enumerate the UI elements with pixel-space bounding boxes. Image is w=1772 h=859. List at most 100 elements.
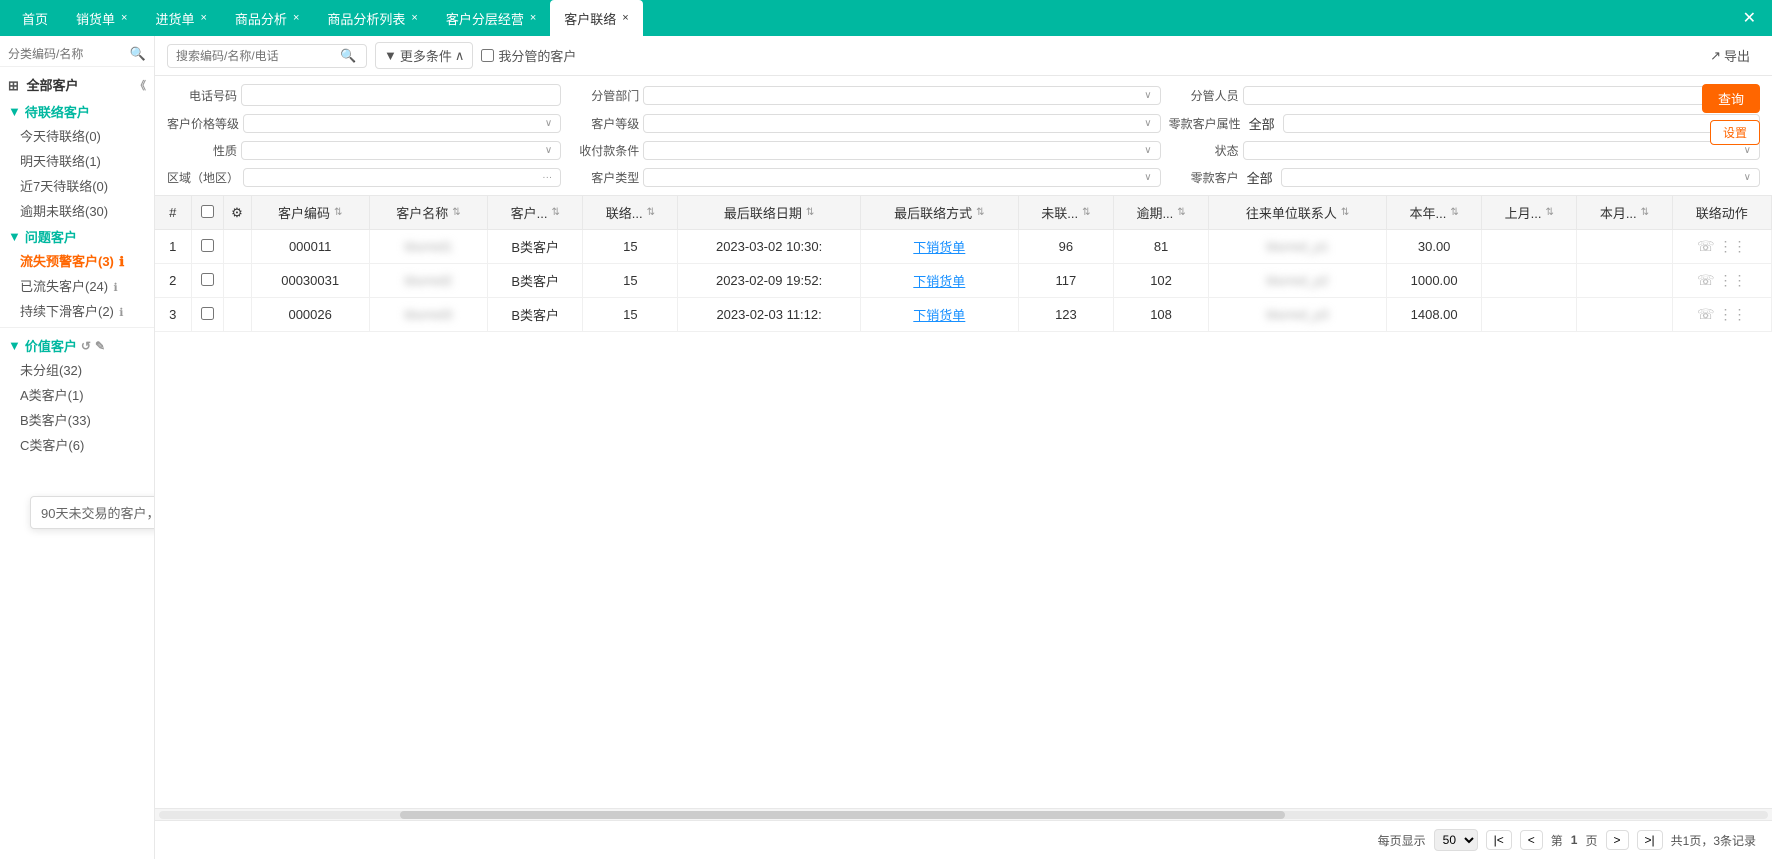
tab-purchase-close[interactable]: ×: [200, 12, 206, 24]
value-section-refresh[interactable]: ↺: [81, 339, 91, 353]
filter-payment-select[interactable]: ∨: [643, 141, 1160, 160]
col-contact-person[interactable]: 往来单位联系人 ⇅: [1209, 196, 1387, 230]
filter-zero-attr-select[interactable]: ∨: [1283, 114, 1760, 133]
sidebar-item-class-a[interactable]: A类客户(1): [0, 382, 154, 407]
cell-last-contact-method[interactable]: 下销货单: [860, 298, 1018, 332]
action-icon-more[interactable]: ⋮⋮: [1719, 272, 1747, 289]
next-page-btn[interactable]: >: [1606, 830, 1629, 850]
sidebar-search-box[interactable]: 🔍: [0, 42, 154, 67]
sidebar-all-customers[interactable]: ⊞ 全部客户 《: [0, 71, 154, 98]
col-type[interactable]: 客户... ⇅: [488, 196, 583, 230]
cell-last-contact-method[interactable]: 下销货单: [860, 230, 1018, 264]
col-this-month[interactable]: 本月... ⇅: [1577, 196, 1672, 230]
query-button[interactable]: 查询: [1702, 84, 1760, 113]
scroll-thumb[interactable]: [400, 811, 1285, 819]
search-box[interactable]: 🔍: [167, 44, 367, 68]
cell-checkbox[interactable]: [191, 298, 223, 332]
sidebar-item-today-pending[interactable]: 今天待联络(0): [0, 123, 154, 148]
col-overdue[interactable]: 逾期... ⇅: [1113, 196, 1208, 230]
search-input[interactable]: [176, 49, 336, 63]
last-page-btn[interactable]: >|: [1637, 830, 1663, 850]
row-checkbox-2[interactable]: [201, 307, 214, 320]
filter-status-select[interactable]: ∨: [1243, 141, 1760, 160]
export-btn[interactable]: ↗ 导出: [1700, 43, 1760, 68]
filter-region-select[interactable]: ···: [243, 168, 561, 187]
filter-price-level-field: 客户价格等级 ∨: [167, 114, 561, 133]
filter-zero-customer-select[interactable]: ∨: [1281, 168, 1760, 187]
tab-purchase[interactable]: 进货单 ×: [141, 0, 220, 36]
sidebar-item-unclassified[interactable]: 未分组(32): [0, 357, 154, 382]
filter-price-level-select[interactable]: ∨: [243, 114, 561, 133]
sidebar-item-overdue-pending[interactable]: 逾期未联络(30): [0, 198, 154, 223]
select-all-checkbox[interactable]: [201, 205, 214, 218]
tab-customer-tier-close[interactable]: ×: [530, 12, 536, 24]
action-icon-more[interactable]: ⋮⋮: [1719, 238, 1747, 255]
contact-method-link[interactable]: 下销货单: [913, 240, 965, 255]
filter-customer-level-select[interactable]: ∨: [643, 114, 1160, 133]
horizontal-scrollbar[interactable]: [155, 808, 1772, 820]
setting-button[interactable]: 设置: [1710, 120, 1760, 145]
prev-page-btn[interactable]: <: [1520, 830, 1543, 850]
action-icon-contact[interactable]: ☏: [1697, 306, 1715, 323]
cell-no-contact: 117: [1018, 264, 1113, 298]
search-submit-icon[interactable]: 🔍: [340, 48, 356, 64]
row-checkbox-1[interactable]: [201, 273, 214, 286]
sidebar-item-tomorrow-pending[interactable]: 明天待联络(1): [0, 148, 154, 173]
cell-last-contact-method[interactable]: 下销货单: [860, 264, 1018, 298]
col-last-contact-date[interactable]: 最后联络日期 ⇅: [678, 196, 860, 230]
col-name[interactable]: 客户名称 ⇅: [369, 196, 487, 230]
col-no-contact[interactable]: 未联... ⇅: [1018, 196, 1113, 230]
filter-customer-type-select[interactable]: ∨: [643, 168, 1160, 187]
scroll-track[interactable]: [159, 811, 1768, 819]
action-icon-contact[interactable]: ☏: [1697, 238, 1715, 255]
col-settings[interactable]: ⚙: [223, 196, 251, 230]
region-more[interactable]: ···: [542, 172, 552, 183]
col-last-month[interactable]: 上月... ⇅: [1482, 196, 1577, 230]
tab-sales-close[interactable]: ×: [121, 12, 127, 24]
cell-checkbox[interactable]: [191, 230, 223, 264]
tab-analysis-list[interactable]: 商品分析列表 ×: [313, 0, 431, 36]
sidebar-item-class-b[interactable]: B类客户(33): [0, 407, 154, 432]
col-contact[interactable]: 联络... ⇅: [583, 196, 678, 230]
sidebar-collapse-btn[interactable]: 《: [135, 77, 146, 93]
tab-customer-contact-close[interactable]: ×: [622, 12, 628, 24]
tab-sales[interactable]: 销货单 ×: [62, 0, 141, 36]
col-checkbox[interactable]: [191, 196, 223, 230]
value-section-edit[interactable]: ✎: [95, 339, 105, 353]
sidebar-item-declining[interactable]: 持续下滑客户(2) ℹ: [0, 298, 154, 323]
sidebar-item-class-c[interactable]: C类客户(6): [0, 432, 154, 457]
tab-analysis[interactable]: 商品分析 ×: [221, 0, 313, 36]
col-code[interactable]: 客户编码 ⇅: [251, 196, 369, 230]
tab-analysis-list-close[interactable]: ×: [411, 12, 417, 24]
sidebar-item-week-pending[interactable]: 近7天待联络(0): [0, 173, 154, 198]
col-last-contact-method[interactable]: 最后联络方式 ⇅: [860, 196, 1018, 230]
sidebar-search-input[interactable]: [8, 47, 126, 61]
tab-customer-tier[interactable]: 客户分层经营 ×: [432, 0, 550, 36]
cell-checkbox[interactable]: [191, 264, 223, 298]
contact-method-link[interactable]: 下销货单: [913, 308, 965, 323]
contact-method-link[interactable]: 下销货单: [913, 274, 965, 289]
sidebar-section-problem[interactable]: ▼ 问题客户: [0, 223, 154, 248]
my-customers-filter[interactable]: 我分管的客户: [481, 46, 576, 65]
sidebar-item-churn-warning[interactable]: 流失预警客户(3) ℹ: [0, 248, 154, 273]
sidebar-section-pending[interactable]: ▼ 待联络客户: [0, 98, 154, 123]
row-checkbox-0[interactable]: [201, 239, 214, 252]
filter-person-select[interactable]: ···: [1243, 86, 1760, 105]
filter-more-btn[interactable]: ▼ 更多条件 ∧: [375, 42, 473, 69]
page-number: 1: [1571, 833, 1578, 847]
my-customers-checkbox[interactable]: [481, 49, 494, 62]
filter-gender-select[interactable]: ∨: [241, 141, 561, 160]
action-icon-more[interactable]: ⋮⋮: [1719, 306, 1747, 323]
tab-customer-contact[interactable]: 客户联络 ×: [550, 0, 642, 36]
first-page-btn[interactable]: |<: [1486, 830, 1512, 850]
sidebar-section-value[interactable]: ▼ 价值客户 ↺ ✎: [0, 332, 154, 357]
filter-phone-input[interactable]: [241, 84, 561, 106]
tab-home[interactable]: 首页: [8, 0, 62, 36]
filter-dept-select[interactable]: ∨: [643, 86, 1160, 105]
sidebar-item-churned[interactable]: 已流失客户(24) ℹ: [0, 273, 154, 298]
tab-analysis-close[interactable]: ×: [293, 12, 299, 24]
col-this-year[interactable]: 本年... ⇅: [1387, 196, 1482, 230]
per-page-select[interactable]: 50: [1434, 829, 1478, 851]
window-close-button[interactable]: ✕: [1735, 8, 1764, 28]
action-icon-contact[interactable]: ☏: [1697, 272, 1715, 289]
